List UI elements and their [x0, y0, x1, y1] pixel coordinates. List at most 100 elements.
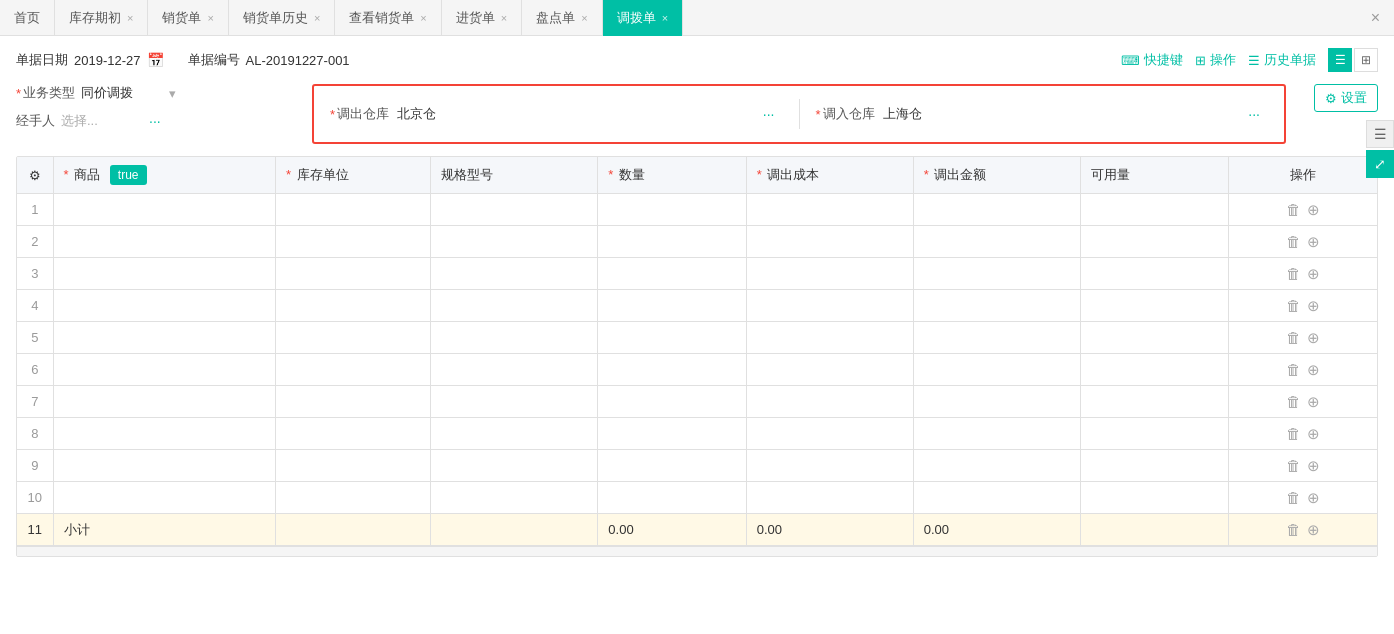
cell-product[interactable] [53, 418, 276, 450]
delete-icon[interactable]: 🗑 [1286, 201, 1301, 218]
cell-unit[interactable] [276, 322, 431, 354]
business-type-dropdown[interactable]: ▾ [169, 86, 176, 101]
copy-icon[interactable]: ⊕ [1307, 329, 1320, 347]
delete-icon[interactable]: 🗑 [1286, 521, 1301, 538]
tab-bar-close-btn[interactable]: × [1357, 0, 1394, 36]
copy-icon[interactable]: ⊕ [1307, 361, 1320, 379]
cell-cost[interactable] [746, 354, 913, 386]
calendar-icon[interactable]: 📅 [147, 52, 164, 68]
history-btn[interactable]: ☰ 历史单据 [1248, 51, 1316, 69]
cell-qty[interactable] [598, 450, 746, 482]
cell-unit[interactable] [276, 418, 431, 450]
cell-spec[interactable] [431, 354, 598, 386]
copy-icon[interactable]: ⊕ [1307, 297, 1320, 315]
cell-product[interactable] [53, 322, 276, 354]
copy-icon[interactable]: ⊕ [1307, 521, 1320, 539]
delete-icon[interactable]: 🗑 [1286, 457, 1301, 474]
copy-icon[interactable]: ⊕ [1307, 201, 1320, 219]
cell-amount[interactable] [913, 450, 1080, 482]
cell-unit[interactable] [276, 258, 431, 290]
cell-qty[interactable] [598, 290, 746, 322]
cell-product[interactable] [53, 194, 276, 226]
delete-icon[interactable]: 🗑 [1286, 329, 1301, 346]
cell-unit[interactable] [276, 290, 431, 322]
cell-amount[interactable] [913, 418, 1080, 450]
copy-icon[interactable]: ⊕ [1307, 457, 1320, 475]
cell-cost[interactable] [746, 290, 913, 322]
delete-icon[interactable]: 🗑 [1286, 233, 1301, 250]
handler-more-btn[interactable]: ··· [149, 113, 161, 129]
delete-icon[interactable]: 🗑 [1286, 393, 1301, 410]
warehouse-out-more-btn[interactable]: ··· [763, 106, 783, 122]
cell-qty[interactable] [598, 354, 746, 386]
grid-view-btn[interactable]: ⊞ [1354, 48, 1378, 72]
cell-qty[interactable] [598, 194, 746, 226]
cell-cost[interactable] [746, 194, 913, 226]
cell-product[interactable] [53, 258, 276, 290]
tab-close-inventory-init[interactable]: × [127, 12, 133, 24]
scroll-area[interactable] [17, 546, 1377, 556]
tab-transfer[interactable]: 调拨单 × [603, 0, 683, 36]
cell-qty[interactable] [598, 226, 746, 258]
cell-cost[interactable] [746, 226, 913, 258]
delete-icon[interactable]: 🗑 [1286, 425, 1301, 442]
cell-unit[interactable] [276, 482, 431, 514]
cell-amount[interactable] [913, 194, 1080, 226]
sidebar-list-btn[interactable]: ☰ [1366, 120, 1394, 148]
cell-cost[interactable] [746, 418, 913, 450]
cell-qty[interactable] [598, 386, 746, 418]
cell-unit[interactable] [276, 194, 431, 226]
delete-icon[interactable]: 🗑 [1286, 297, 1301, 314]
tab-home[interactable]: 首页 [0, 0, 55, 36]
cell-unit[interactable] [276, 386, 431, 418]
cell-spec[interactable] [431, 322, 598, 354]
tab-close-sales-history[interactable]: × [314, 12, 320, 24]
cell-qty[interactable] [598, 482, 746, 514]
cell-cost[interactable] [746, 482, 913, 514]
tab-inventory-init[interactable]: 库存期初 × [55, 0, 148, 36]
copy-icon[interactable]: ⊕ [1307, 265, 1320, 283]
cell-unit[interactable] [276, 354, 431, 386]
tab-close-stocktake[interactable]: × [581, 12, 587, 24]
cell-cost[interactable] [746, 322, 913, 354]
tab-close-sales-order[interactable]: × [207, 12, 213, 24]
shortcuts-btn[interactable]: ⌨ 快捷键 [1121, 51, 1183, 69]
cell-spec[interactable] [431, 290, 598, 322]
tab-view-sales[interactable]: 查看销货单 × [335, 0, 441, 36]
cell-unit[interactable] [276, 450, 431, 482]
sidebar-expand-btn[interactable]: ⤢ [1366, 150, 1394, 178]
delete-icon[interactable]: 🗑 [1286, 265, 1301, 282]
copy-icon[interactable]: ⊕ [1307, 489, 1320, 507]
cell-amount[interactable] [913, 290, 1080, 322]
cell-product[interactable] [53, 450, 276, 482]
cell-spec[interactable] [431, 194, 598, 226]
cell-cost[interactable] [746, 450, 913, 482]
tab-stocktake[interactable]: 盘点单 × [522, 0, 602, 36]
tab-close-transfer[interactable]: × [662, 12, 668, 24]
warehouse-in-more-btn[interactable]: ··· [1248, 106, 1268, 122]
settings-btn[interactable]: ⚙ 设置 [1314, 84, 1378, 112]
handler-value[interactable]: 选择... [61, 112, 141, 130]
col-gear[interactable]: ⚙ [17, 157, 53, 194]
cell-product[interactable] [53, 290, 276, 322]
cell-amount[interactable] [913, 482, 1080, 514]
cell-cost[interactable] [746, 386, 913, 418]
cell-unit[interactable] [276, 226, 431, 258]
copy-icon[interactable]: ⊕ [1307, 425, 1320, 443]
cell-amount[interactable] [913, 322, 1080, 354]
operations-btn[interactable]: ⊞ 操作 [1195, 51, 1236, 69]
cell-amount[interactable] [913, 258, 1080, 290]
cell-product[interactable] [53, 386, 276, 418]
cell-product[interactable] [53, 226, 276, 258]
tab-purchase[interactable]: 进货单 × [442, 0, 522, 36]
tab-sales-history[interactable]: 销货单历史 × [229, 0, 335, 36]
cell-spec[interactable] [431, 386, 598, 418]
delete-icon[interactable]: 🗑 [1286, 489, 1301, 506]
cell-spec[interactable] [431, 450, 598, 482]
delete-icon[interactable]: 🗑 [1286, 361, 1301, 378]
cell-product[interactable] [53, 354, 276, 386]
tab-close-purchase[interactable]: × [501, 12, 507, 24]
copy-icon[interactable]: ⊕ [1307, 233, 1320, 251]
cell-amount[interactable] [913, 386, 1080, 418]
cell-qty[interactable] [598, 258, 746, 290]
